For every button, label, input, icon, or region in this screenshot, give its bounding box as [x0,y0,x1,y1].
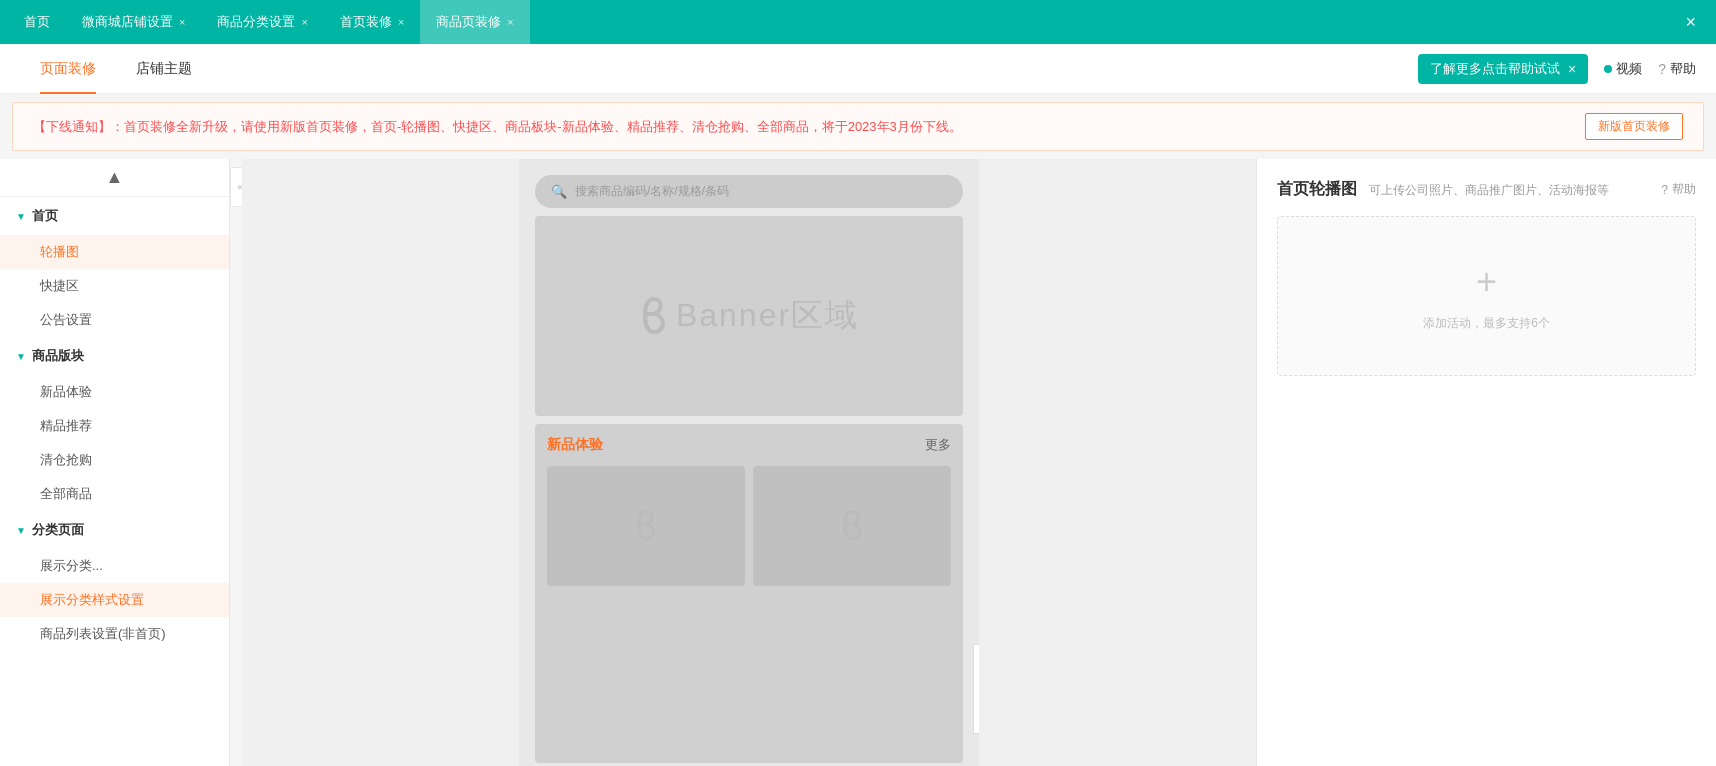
right-panel-subtitle: 可上传公司照片、商品推广图片、活动海报等 [1369,183,1609,197]
sidebar-show-cat-label: 展示分类... [40,558,103,573]
sidebar-item-product-list[interactable]: 商品列表设置(非首页) [0,617,229,651]
tab-store-label: 微商城店铺设置 [82,13,173,31]
sidebar: ▲ ▼ 首页 轮播图 快捷区 公告设置 ▼ 商品版块 新品体验 [0,159,230,766]
sidebar-section-category-page[interactable]: ▼ 分类页面 [0,511,229,549]
sidebar-item-show-categories[interactable]: 展示分类... [0,549,229,583]
question-icon: ? [1658,61,1666,77]
section-header: 新品体验 更多 [547,436,951,454]
arrow-product-icon: ▼ [16,351,26,362]
sidebar-item-clearance[interactable]: 清仓抢购 [0,443,229,477]
qr-overlay: 扫码预览效果 [973,644,979,753]
tab-category-settings[interactable]: 商品分类设置 × [201,0,323,44]
banner-text: Banner区域 [676,294,859,338]
upload-text: 添加活动，最多支持6个 [1423,315,1550,332]
tab-store-theme[interactable]: 店铺主题 [116,44,212,94]
help-label-text: 帮助 [1670,60,1696,78]
search-icon: 🔍 [551,184,567,199]
tab-home[interactable]: 首页 [8,0,66,44]
right-panel: 首页轮播图 可上传公司照片、商品推广图片、活动海报等 ? 帮助 + 添加活动，最… [1256,159,1716,766]
sidebar-cat-style-label: 展示分类样式设置 [40,592,144,607]
notice-bar: 【下线通知】：首页装修全新升级，请使用新版首页装修，首页-轮播图、快捷区、商品板… [12,102,1704,151]
sidebar-all-products-label: 全部商品 [40,486,92,501]
top-nav: 首页 微商城店铺设置 × 商品分类设置 × 首页装修 × 商品页装修 × × [0,0,1716,44]
upload-area[interactable]: + 添加活动，最多支持6个 [1277,216,1696,376]
sidebar-item-banner[interactable]: 轮播图 [0,235,229,269]
video-dot-icon [1604,65,1612,73]
search-placeholder: 搜索商品编码/名称/规格/条码 [575,183,729,200]
sidebar-section-product-block[interactable]: ▼ 商品版块 [0,337,229,375]
question-circle-icon: ? [1661,183,1668,197]
sidebar-product-list-label: 商品列表设置(非首页) [40,626,166,641]
preview-banner[interactable]: ϐ Banner区域 [535,216,963,416]
product-item-2[interactable]: ϐ [753,466,951,586]
right-panel-title: 首页轮播图 [1277,180,1357,197]
sidebar-featured-label: 精品推荐 [40,418,92,433]
tab-home-decoration[interactable]: 首页装修 × [324,0,420,44]
section-new-products-title: 新品体验 [547,436,603,454]
preview-new-products-section: 新品体验 更多 ϐ ϐ [535,424,963,763]
section-category-label: 分类页面 [32,521,84,539]
help-banner-text: 了解更多点击帮助试试 [1430,60,1560,78]
qr-label-text: 扫码预览效果 [973,738,979,753]
tab-page-decoration[interactable]: 页面装修 [20,44,116,94]
tab-page-dec-label: 页面装修 [40,60,96,78]
banner-logo-char: ϐ [639,288,668,344]
help-link[interactable]: ? 帮助 [1658,60,1696,78]
product-icon-1: ϐ [634,503,659,549]
right-panel-help-label: 帮助 [1672,181,1696,198]
tab-product-dec-label: 商品页装修 [436,13,501,31]
right-panel-header: 首页轮播图 可上传公司照片、商品推广图片、活动海报等 ? 帮助 [1277,179,1696,200]
right-panel-title-area: 首页轮播图 可上传公司照片、商品推广图片、活动海报等 [1277,179,1609,200]
product-icon-2: ϐ [840,503,865,549]
banner-logo: ϐ Banner区域 [639,288,859,344]
sidebar-new-exp-label: 新品体验 [40,384,92,399]
tab-home-dec-close[interactable]: × [398,16,404,28]
window-close-button[interactable]: × [1673,12,1708,33]
video-link[interactable]: 视频 [1604,60,1642,78]
section-home-label: 首页 [32,207,58,225]
product-item-1[interactable]: ϐ [547,466,745,586]
svg-rect-0 [978,649,979,729]
tab-store-settings[interactable]: 微商城店铺设置 × [66,0,201,44]
sidebar-item-featured[interactable]: 精品推荐 [0,409,229,443]
sidebar-item-all-products[interactable]: 全部商品 [0,477,229,511]
section-more-label: 更多 [925,436,951,454]
sidebar-section-home[interactable]: ▼ 首页 [0,197,229,235]
video-label: 视频 [1616,60,1642,78]
tab-home-label: 首页 [24,13,50,31]
new-version-button[interactable]: 新版首页装修 [1585,113,1683,140]
sidebar-item-category-style[interactable]: 展示分类样式设置 [0,583,229,617]
arrow-icon: ▼ [16,211,26,222]
main-content: ▲ ▼ 首页 轮播图 快捷区 公告设置 ▼ 商品版块 新品体验 [0,159,1716,766]
upload-plus-icon: + [1476,261,1497,303]
product-grid: ϐ ϐ [547,466,951,586]
sidebar-banner-label: 轮播图 [40,244,79,259]
secondary-nav: 页面装修 店铺主题 了解更多点击帮助试试 × 视频 ? 帮助 [0,44,1716,94]
sidebar-item-shortcuts[interactable]: 快捷区 [0,269,229,303]
tab-product-dec-close[interactable]: × [507,16,513,28]
tab-home-dec-label: 首页装修 [340,13,392,31]
help-banner-close[interactable]: × [1568,61,1576,77]
notice-text: 【下线通知】：首页装修全新升级，请使用新版首页装修，首页-轮播图、快捷区、商品板… [33,118,962,136]
sidebar-item-new-experience[interactable]: 新品体验 [0,375,229,409]
tab-category-label: 商品分类设置 [217,13,295,31]
section-product-label: 商品版块 [32,347,84,365]
tab-product-decoration[interactable]: 商品页装修 × [420,0,529,44]
tab-category-close[interactable]: × [301,16,307,28]
sidebar-wrapper: ▲ ▼ 首页 轮播图 快捷区 公告设置 ▼ 商品版块 新品体验 [0,159,242,766]
sidebar-notice-label: 公告设置 [40,312,92,327]
sidebar-scroll-up[interactable]: ▲ [0,159,229,197]
center-preview: 🔍 搜索商品编码/名称/规格/条码 ϐ Banner区域 新品体验 更多 [242,159,1256,766]
tab-store-close[interactable]: × [179,16,185,28]
sidebar-item-notice[interactable]: 公告设置 [0,303,229,337]
right-panel-help-link[interactable]: ? 帮助 [1661,181,1696,198]
tab-store-theme-label: 店铺主题 [136,60,192,78]
sidebar-clearance-label: 清仓抢购 [40,452,92,467]
qr-code-image [973,644,979,734]
sidebar-shortcuts-label: 快捷区 [40,278,79,293]
help-banner[interactable]: 了解更多点击帮助试试 × [1418,54,1588,84]
help-area: 了解更多点击帮助试试 × 视频 ? 帮助 [1418,54,1696,84]
arrow-category-icon: ▼ [16,525,26,536]
preview-search-bar[interactable]: 🔍 搜索商品编码/名称/规格/条码 [535,175,963,208]
